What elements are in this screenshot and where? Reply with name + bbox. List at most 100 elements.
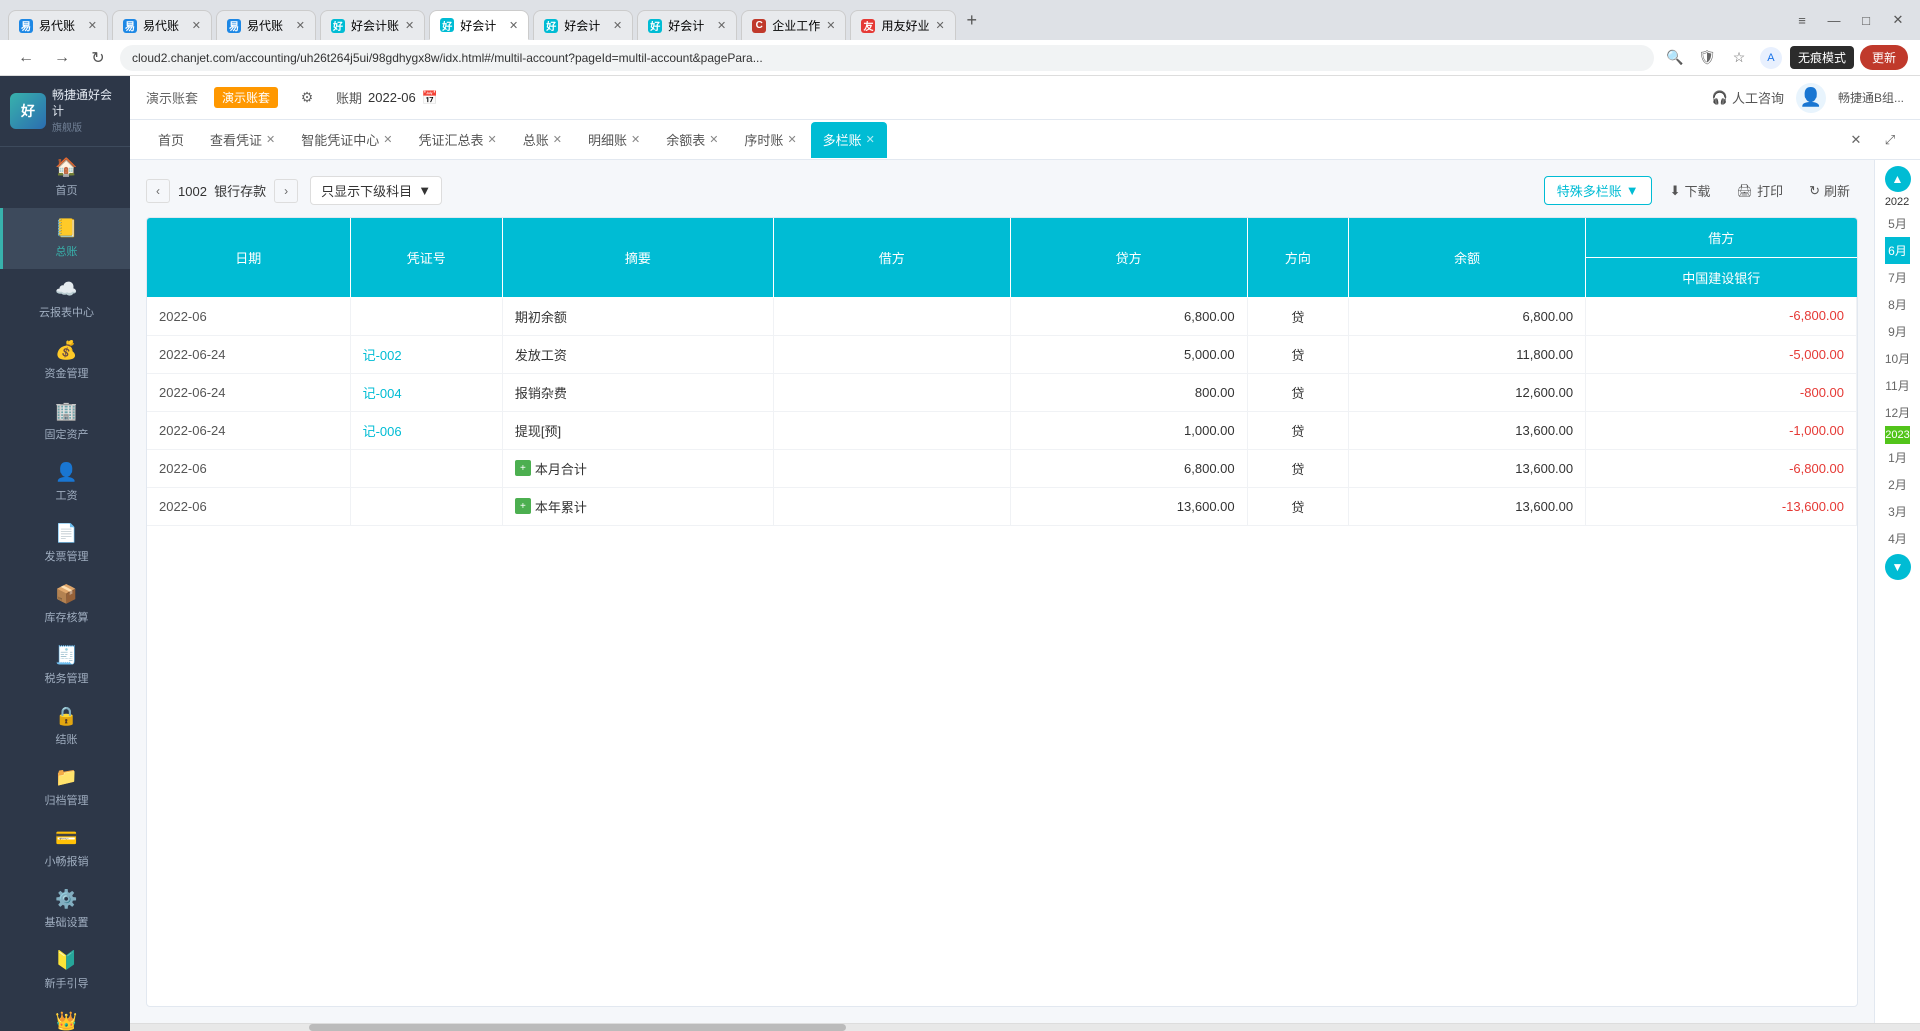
consult-button[interactable]: 🎧 人工咨询 [1712, 88, 1784, 107]
page-tab-close-detail-ledger[interactable]: ✕ [631, 133, 640, 146]
sidebar-item-ledger[interactable]: 📒 总账 [0, 208, 130, 269]
sidebar-item-invoice[interactable]: 📄 发票管理 [0, 513, 130, 574]
page-tab-view-voucher[interactable]: 查看凭证✕ [198, 122, 287, 158]
tab-close-icon[interactable]: ✕ [509, 19, 518, 32]
print-button[interactable]: 🖨 打印 [1729, 176, 1792, 205]
tab-close-icon[interactable]: ✕ [613, 19, 622, 32]
sidebar-item-archive[interactable]: 📁 归档管理 [0, 757, 130, 818]
tab-close-icon[interactable]: ✕ [405, 19, 414, 32]
shield-icon[interactable]: 🛡 [1694, 45, 1720, 71]
month-2023-4月[interactable]: 4月 [1885, 525, 1910, 552]
horizontal-scrollbar[interactable] [130, 1023, 1920, 1031]
page-tab-smart-voucher[interactable]: 智能凭证中心✕ [289, 122, 404, 158]
scrollbar-thumb[interactable] [309, 1024, 846, 1031]
tab-list-button[interactable]: ≡ [1788, 6, 1816, 34]
expand-tab-button[interactable]: ⤢ [1876, 126, 1904, 154]
sidebar-item-inventory[interactable]: 📦 库存核算 [0, 574, 130, 635]
date-scroll-down[interactable]: ▼ [1885, 554, 1911, 580]
settings-icon[interactable]: ⚙ [294, 85, 320, 111]
voucher-link[interactable]: 记-002 [363, 348, 402, 363]
next-account-button[interactable]: › [274, 179, 298, 203]
tab-close-icon[interactable]: ✕ [296, 19, 305, 32]
tab-close-icon[interactable]: ✕ [826, 19, 835, 32]
browser-tab-6[interactable]: 好 好会计 ✕ [533, 10, 633, 40]
download-button[interactable]: ⬇ 下载 [1662, 176, 1719, 205]
reload-button[interactable]: ↻ [84, 44, 112, 72]
sidebar-item-salary[interactable]: 👤 工资 [0, 452, 130, 513]
page-tab-close-sequence-ledger[interactable]: ✕ [787, 133, 796, 146]
update-button[interactable]: 更新 [1860, 45, 1908, 70]
multi-col-button[interactable]: 特殊多栏账 ▼ [1544, 176, 1652, 205]
prev-account-button[interactable]: ‹ [146, 179, 170, 203]
page-tab-close-general-ledger[interactable]: ✕ [553, 133, 562, 146]
tab-close-icon[interactable]: ✕ [717, 19, 726, 32]
new-tab-button[interactable]: + [958, 6, 986, 34]
back-button[interactable]: ← [12, 44, 40, 72]
browser-tab-7[interactable]: 好 好会计 ✕ [637, 10, 737, 40]
sidebar-item-tax[interactable]: 🧾 税务管理 [0, 635, 130, 696]
month-2023-1月[interactable]: 1月 [1885, 444, 1910, 471]
sidebar-item-guide[interactable]: 🔰 新手引导 [0, 940, 130, 1001]
sidebar-item-home[interactable]: 🏠 首页 [0, 147, 130, 208]
sidebar-item-expense[interactable]: 💳 小畅报销 [0, 818, 130, 879]
browser-tab-3[interactable]: 易 易代账 ✕ [216, 10, 316, 40]
cell-voucher[interactable]: 记-002 [350, 335, 502, 373]
cell-voucher[interactable]: 记-006 [350, 411, 502, 449]
page-tab-close-smart-voucher[interactable]: ✕ [383, 133, 392, 146]
date-scroll-up[interactable]: ▲ [1885, 166, 1911, 192]
page-tab-close-balance-sheet[interactable]: ✕ [709, 133, 718, 146]
sidebar-item-asset[interactable]: 🏢 固定资产 [0, 391, 130, 452]
cell-voucher[interactable]: 记-004 [350, 373, 502, 411]
sidebar-item-cloud-report[interactable]: ☁️ 云报表中心 [0, 269, 130, 330]
refresh-button[interactable]: ↻ 刷新 [1801, 176, 1858, 205]
tab-close-icon[interactable]: ✕ [935, 19, 944, 32]
filter-dropdown[interactable]: 只显示下级科目 ▼ [310, 176, 442, 205]
browser-tab-4[interactable]: 好 好会计账 ✕ [320, 10, 425, 40]
page-tab-sequence-ledger[interactable]: 序时账✕ [732, 122, 808, 158]
month-9月[interactable]: 9月 [1885, 318, 1910, 345]
sidebar-item-settings[interactable]: ⚙️ 基础设置 [0, 879, 130, 940]
page-tab-close-voucher-summary[interactable]: ✕ [488, 133, 497, 146]
month-10月[interactable]: 10月 [1885, 345, 1910, 372]
month-12月[interactable]: 12月 [1885, 399, 1910, 426]
tab-close-icon[interactable]: ✕ [88, 19, 97, 32]
close-window-button[interactable]: ✕ [1884, 6, 1912, 34]
voucher-link[interactable]: 记-006 [363, 424, 402, 439]
page-tab-home[interactable]: 首页 [146, 122, 196, 158]
page-tab-general-ledger[interactable]: 总账✕ [511, 122, 574, 158]
url-bar[interactable]: cloud2.chanjet.com/accounting/uh26t264j5… [120, 45, 1654, 71]
page-tab-multi-column[interactable]: 多栏账✕ [811, 122, 887, 158]
browser-tab-8[interactable]: C 企业工作 ✕ [741, 10, 846, 40]
profile-icon[interactable]: A [1758, 45, 1784, 71]
sidebar-item-closing[interactable]: 🔒 结账 [0, 696, 130, 757]
voucher-link[interactable]: 记-004 [363, 386, 402, 401]
sidebar-item-fund[interactable]: 💰 资金管理 [0, 330, 130, 391]
user-avatar[interactable]: 👤 [1796, 83, 1826, 113]
month-5月[interactable]: 5月 [1885, 210, 1910, 237]
page-tab-balance-sheet[interactable]: 余额表✕ [654, 122, 730, 158]
page-tab-close-view-voucher[interactable]: ✕ [266, 133, 275, 146]
month-6月[interactable]: 6月 [1885, 237, 1910, 264]
sidebar-item-member[interactable]: 👑 畅会员 [0, 1001, 130, 1031]
browser-tab-2[interactable]: 易 易代账 ✕ [112, 10, 212, 40]
page-tab-detail-ledger[interactable]: 明细账✕ [576, 122, 652, 158]
month-8月[interactable]: 8月 [1885, 291, 1910, 318]
month-2023-2月[interactable]: 2月 [1885, 471, 1910, 498]
minimize-button[interactable]: — [1820, 6, 1848, 34]
browser-tab-5[interactable]: 好 好会计 ✕ [429, 10, 529, 40]
tab-close-icon[interactable]: ✕ [192, 19, 201, 32]
maximize-button[interactable]: □ [1852, 6, 1880, 34]
search-icon[interactable]: 🔍 [1662, 45, 1688, 71]
month-7月[interactable]: 7月 [1885, 264, 1910, 291]
forward-button[interactable]: → [48, 44, 76, 72]
close-tab-button[interactable]: ✕ [1842, 126, 1870, 154]
bookmark-icon[interactable]: ☆ [1726, 45, 1752, 71]
month-11月[interactable]: 11月 [1885, 372, 1910, 399]
month-2023-3月[interactable]: 3月 [1885, 498, 1910, 525]
page-tab-voucher-summary[interactable]: 凭证汇总表✕ [406, 122, 508, 158]
no-trace-button[interactable]: 无痕模式 [1790, 46, 1854, 69]
browser-tab-1[interactable]: 易 易代账 ✕ [8, 10, 108, 40]
page-tab-close-multi-column[interactable]: ✕ [866, 133, 875, 146]
calendar-icon[interactable]: 📅 [422, 90, 438, 106]
browser-tab-9[interactable]: 友 用友好业 ✕ [850, 10, 955, 40]
